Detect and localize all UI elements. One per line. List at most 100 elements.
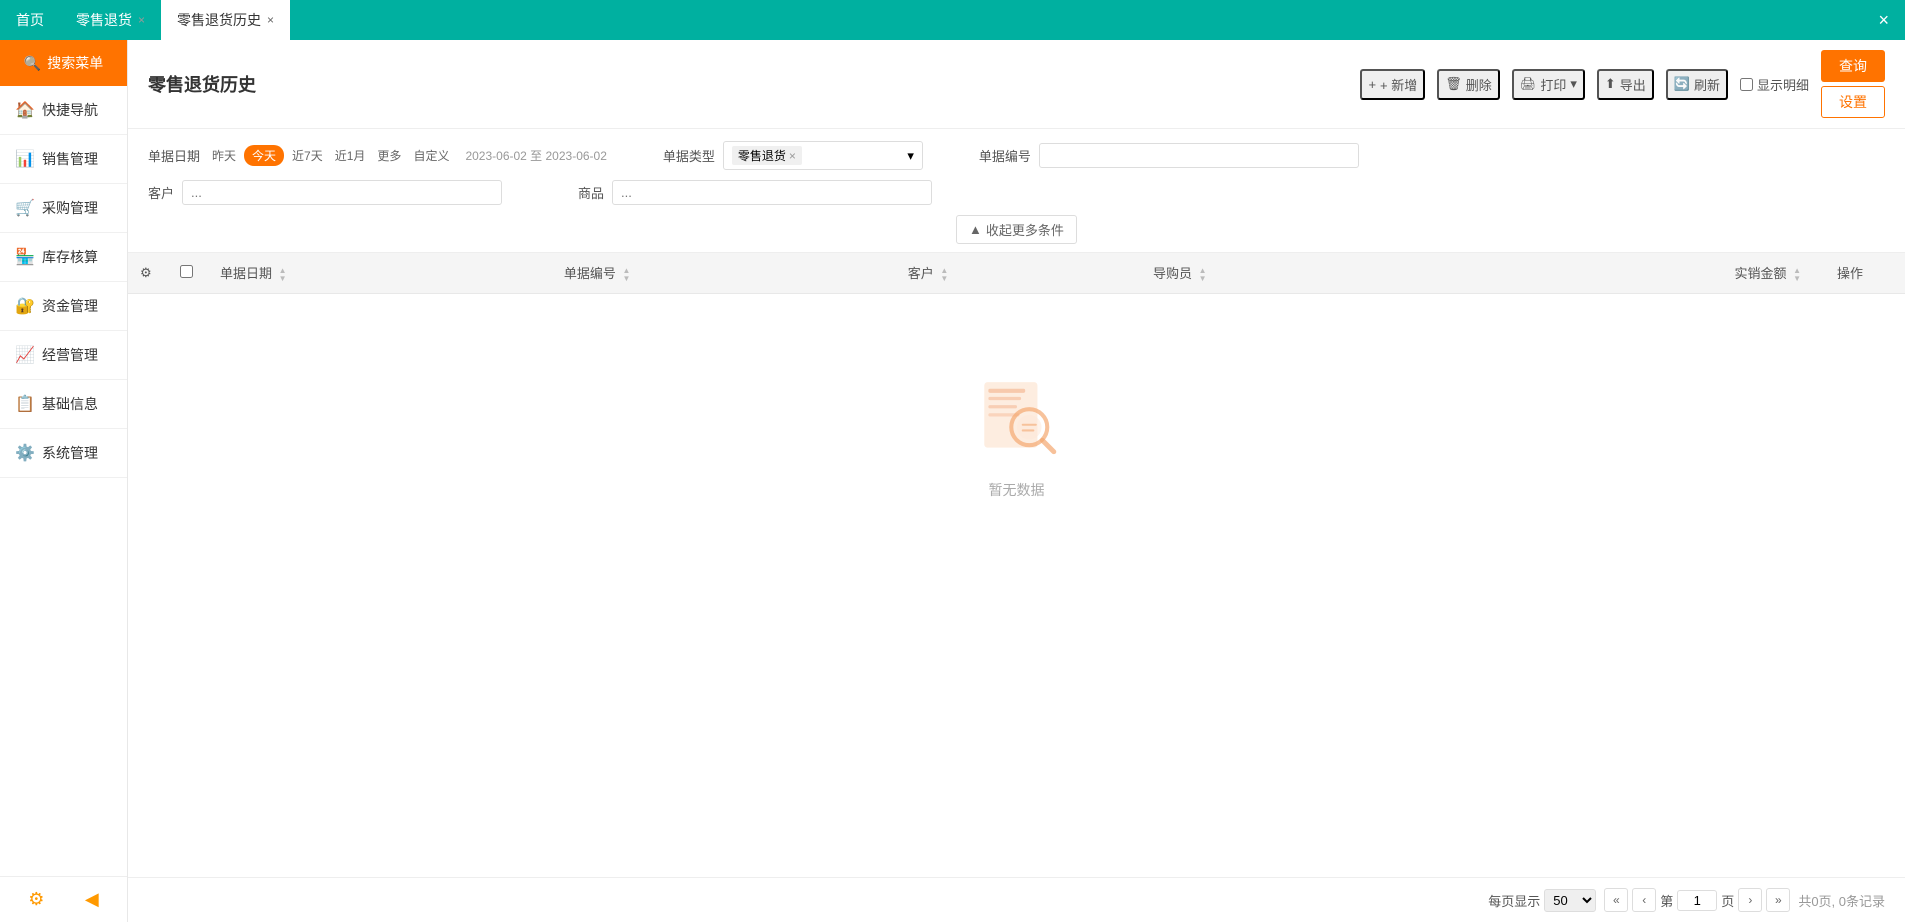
- gear-settings-icon[interactable]: ⚙: [140, 265, 152, 280]
- main-layout: 🔍 搜索菜单 🏠 快捷导航 📊 销售管理 🛒 采购管理 🏪 库存核算 🔐 资金管…: [0, 40, 1905, 922]
- th-customer-label: 客户: [908, 266, 934, 281]
- date-btn-yesterday[interactable]: 昨天: [208, 145, 240, 166]
- sidebar-item-finance-label: 资金管理: [42, 296, 98, 316]
- filter-row-1: 单据日期 昨天 今天 近7天 近1月 更多 自定义 2023-06-02 至 2…: [148, 141, 1885, 170]
- sort-guide-icon[interactable]: ▲▼: [1199, 267, 1207, 283]
- sort-customer-icon[interactable]: ▲▼: [940, 267, 948, 283]
- date-btn-1month[interactable]: 近1月: [331, 145, 370, 166]
- date-btn-7days[interactable]: 近7天: [288, 145, 327, 166]
- table-header-row: ⚙ 单据日期 ▲▼ 单据编号: [128, 253, 1905, 293]
- header-actions: + + 新增 🗑 删除 🖨 打印 ▾ ⬆ 导出 🔄: [1360, 50, 1885, 118]
- show-detail-checkbox[interactable]: [1740, 78, 1753, 91]
- window-close-button[interactable]: ×: [1878, 10, 1905, 31]
- collapse-menu-icon[interactable]: ◀: [85, 889, 99, 910]
- tab-retail-return-history-close[interactable]: ×: [267, 13, 274, 27]
- collapse-up-icon: ▲: [969, 222, 982, 237]
- goods-filter: 商品: [578, 180, 932, 205]
- per-page-dropdown[interactable]: 10 20 50 100: [1544, 889, 1596, 912]
- export-icon: ⬆: [1605, 76, 1616, 92]
- th-customer: 客户 ▲▼: [896, 253, 1141, 293]
- system-icon: ⚙️: [16, 444, 34, 462]
- per-page-select: 每页显示 10 20 50 100: [1488, 889, 1596, 912]
- last-page-button[interactable]: »: [1766, 888, 1790, 912]
- sort-doc-no-icon[interactable]: ▲▼: [623, 267, 631, 283]
- finance-icon: 🔐: [16, 297, 34, 315]
- doc-type-label: 单据类型: [663, 146, 715, 165]
- empty-state-illustration: [967, 374, 1067, 464]
- filter-area: 单据日期 昨天 今天 近7天 近1月 更多 自定义 2023-06-02 至 2…: [128, 129, 1905, 253]
- tab-home-label: 首页: [16, 10, 44, 30]
- prev-page-button[interactable]: ‹: [1632, 888, 1656, 912]
- show-detail-text: 显示明细: [1757, 75, 1809, 94]
- sort-doc-date-icon[interactable]: ▲▼: [279, 267, 287, 283]
- show-detail-label: 显示明细: [1740, 75, 1809, 94]
- page-input[interactable]: [1677, 890, 1717, 911]
- sidebar-item-quick-nav-label: 快捷导航: [42, 100, 98, 120]
- next-page-button[interactable]: ›: [1738, 888, 1762, 912]
- th-doc-no-label: 单据编号: [564, 266, 616, 281]
- empty-state-cell: 暂无数据: [128, 293, 1905, 580]
- th-checkbox: [168, 253, 208, 293]
- collapse-label: 收起更多条件: [986, 220, 1064, 239]
- date-range-display: 2023-06-02 至 2023-06-02: [465, 147, 606, 164]
- settings-gear-icon[interactable]: ⚙: [28, 889, 44, 910]
- sidebar-item-inventory-label: 库存核算: [42, 247, 98, 267]
- sidebar-item-operations[interactable]: 📈 经营管理: [0, 331, 127, 380]
- date-btn-more[interactable]: 更多: [373, 145, 405, 166]
- tab-home[interactable]: 首页: [0, 0, 60, 40]
- th-doc-date-label: 单据日期: [220, 266, 272, 281]
- doc-type-tag-close[interactable]: ×: [789, 149, 796, 163]
- date-range-buttons: 昨天 今天 近7天 近1月 更多 自定义: [208, 145, 453, 166]
- sidebar-item-system-mgmt[interactable]: ⚙️ 系统管理: [0, 429, 127, 478]
- tab-retail-return-close[interactable]: ×: [138, 13, 145, 27]
- sidebar-item-sales-mgmt[interactable]: 📊 销售管理: [0, 135, 127, 184]
- doc-no-input[interactable]: [1039, 143, 1359, 168]
- new-button[interactable]: + + 新增: [1360, 69, 1425, 100]
- search-icon: 🔍: [24, 55, 41, 72]
- page-nav: « ‹ 第 页 › »: [1604, 888, 1790, 912]
- refresh-button[interactable]: 🔄 刷新: [1666, 69, 1728, 100]
- select-all-checkbox[interactable]: [180, 265, 193, 278]
- sidebar-item-purchase-mgmt[interactable]: 🛒 采购管理: [0, 184, 127, 233]
- first-page-button[interactable]: «: [1604, 888, 1628, 912]
- query-button[interactable]: 查询: [1821, 50, 1885, 82]
- tab-retail-return-history-label: 零售退货历史: [177, 10, 261, 30]
- print-button[interactable]: 🖨 打印 ▾: [1512, 69, 1585, 100]
- date-btn-today[interactable]: 今天: [244, 145, 284, 166]
- date-filter-label: 单据日期: [148, 146, 200, 165]
- date-btn-custom[interactable]: 自定义: [409, 145, 453, 166]
- print-arrow-icon: ▾: [1570, 76, 1577, 92]
- basic-info-icon: 📋: [16, 395, 34, 413]
- sidebar-item-basic-info[interactable]: 📋 基础信息: [0, 380, 127, 429]
- data-table: ⚙ 单据日期 ▲▼ 单据编号: [128, 253, 1905, 580]
- export-button[interactable]: ⬆ 导出: [1597, 69, 1654, 100]
- table-header: ⚙ 单据日期 ▲▼ 单据编号: [128, 253, 1905, 293]
- new-label: + 新增: [1380, 75, 1417, 94]
- refresh-label: 刷新: [1694, 75, 1720, 94]
- sidebar: 🔍 搜索菜单 🏠 快捷导航 📊 销售管理 🛒 采购管理 🏪 库存核算 🔐 资金管…: [0, 40, 128, 922]
- sidebar-item-sales-mgmt-label: 销售管理: [42, 149, 98, 169]
- sidebar-search-label: 搜索菜单: [47, 53, 103, 73]
- setting-button[interactable]: 设置: [1821, 86, 1885, 118]
- sidebar-item-finance[interactable]: 🔐 资金管理: [0, 282, 127, 331]
- sidebar-bottom: ⚙ ◀: [0, 876, 127, 922]
- sidebar-item-operations-label: 经营管理: [42, 345, 98, 365]
- goods-input[interactable]: [612, 180, 932, 205]
- th-guide: 导购员 ▲▼: [1141, 253, 1436, 293]
- collapse-button[interactable]: ▲ 收起更多条件: [956, 215, 1077, 244]
- sidebar-search[interactable]: 🔍 搜索菜单: [0, 40, 127, 86]
- doc-type-select[interactable]: 零售退货 × ▾: [723, 141, 923, 170]
- sidebar-item-basic-info-label: 基础信息: [42, 394, 98, 414]
- inventory-icon: 🏪: [16, 248, 34, 266]
- th-actions-label: 操作: [1837, 266, 1863, 281]
- home-icon: 🏠: [16, 101, 34, 119]
- sidebar-item-inventory[interactable]: 🏪 库存核算: [0, 233, 127, 282]
- tab-retail-return[interactable]: 零售退货 ×: [60, 0, 161, 40]
- delete-button[interactable]: 🗑 删除: [1437, 69, 1500, 100]
- sort-amount-icon[interactable]: ▲▼: [1793, 267, 1801, 283]
- sidebar-item-quick-nav[interactable]: 🏠 快捷导航: [0, 86, 127, 135]
- th-doc-no: 单据编号 ▲▼: [552, 253, 896, 293]
- tab-retail-return-history[interactable]: 零售退货历史 ×: [161, 0, 290, 40]
- customer-label: 客户: [148, 183, 174, 202]
- customer-input[interactable]: [182, 180, 502, 205]
